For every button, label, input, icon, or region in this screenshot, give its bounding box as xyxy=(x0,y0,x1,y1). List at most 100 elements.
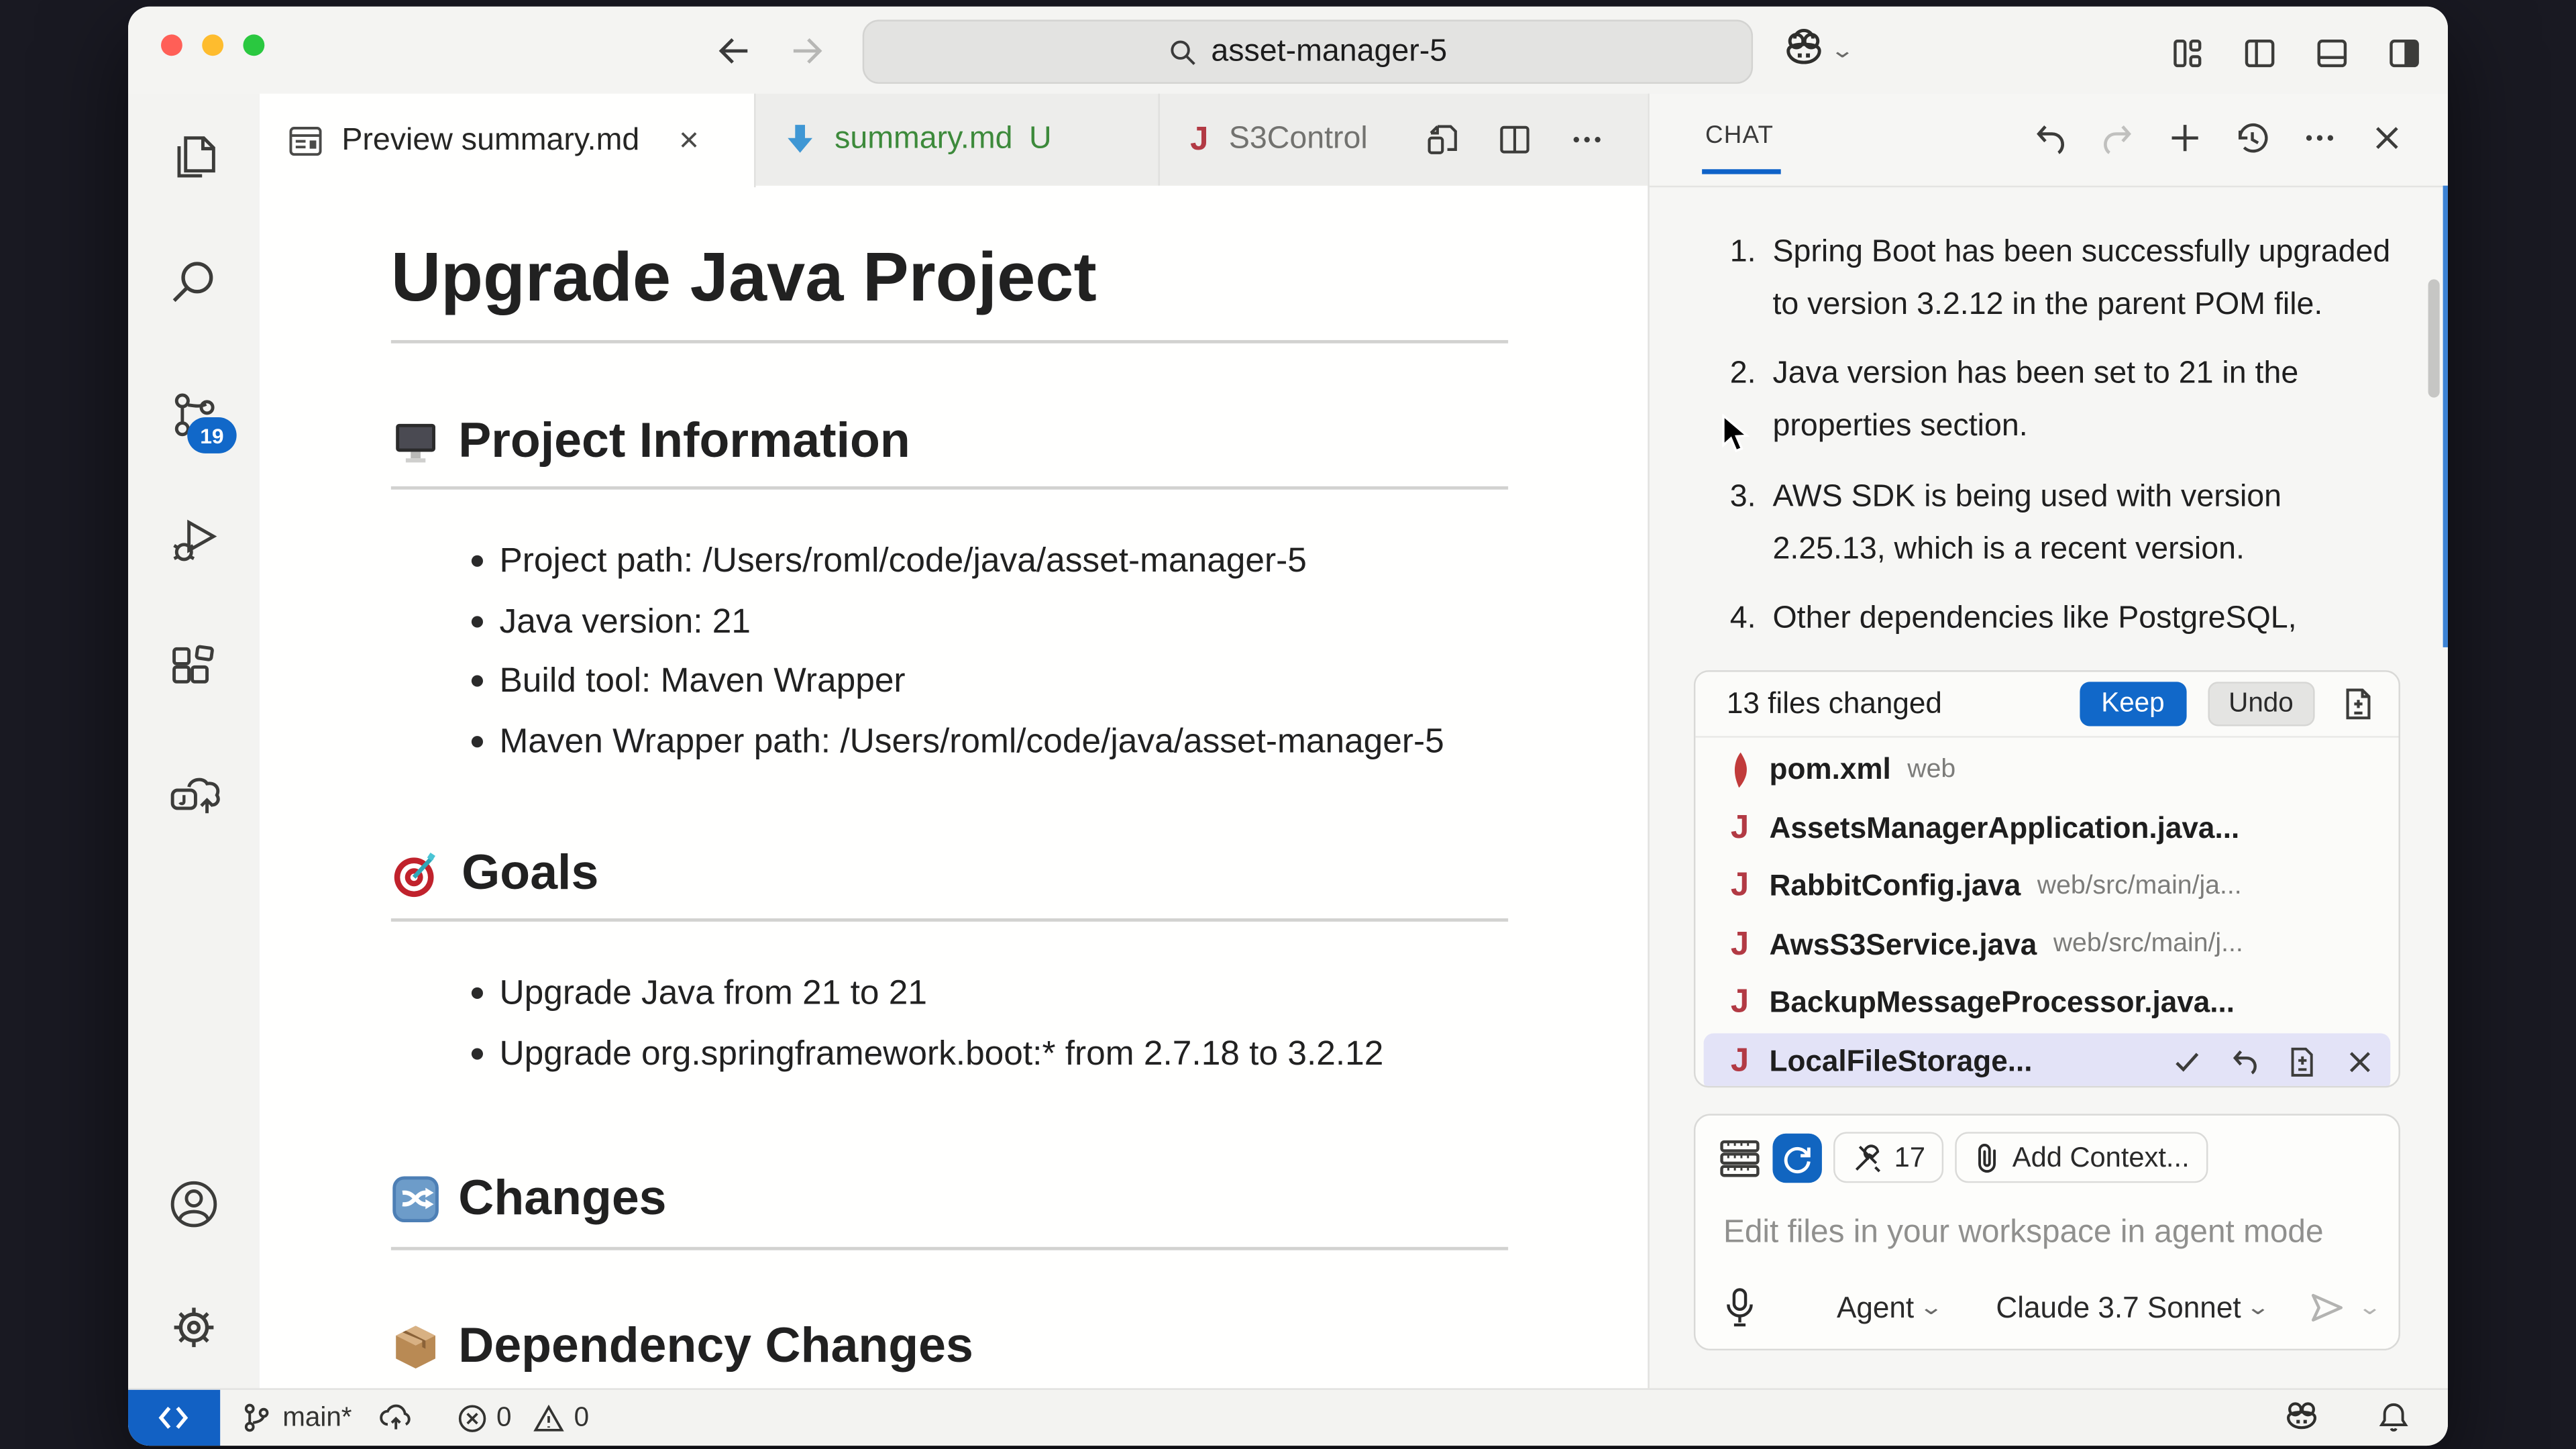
settings-gear-button[interactable] xyxy=(166,1299,221,1355)
notifications-bell-button[interactable] xyxy=(2372,1397,2415,1440)
close-panel-button[interactable] xyxy=(2366,117,2409,160)
microphone-button[interactable] xyxy=(1719,1287,1762,1330)
toggle-panel-button[interactable] xyxy=(2310,32,2353,74)
todo-list-button[interactable] xyxy=(1719,1136,1762,1179)
markdown-preview-icon xyxy=(286,121,325,160)
section-heading-project-information: Project Information xyxy=(391,413,1508,472)
tab-label: S3Control xyxy=(1229,121,1368,158)
back-button[interactable] xyxy=(713,30,756,72)
section-heading-changes: Changes xyxy=(391,1170,1508,1229)
open-changes-button[interactable] xyxy=(1421,118,1464,161)
changed-file-row[interactable]: J AssetsManagerApplication.java... xyxy=(1704,799,2391,857)
divider xyxy=(391,486,1508,490)
sidebar-item-source-control[interactable]: 19 xyxy=(166,388,221,443)
changed-file-row[interactable]: pom.xml web xyxy=(1704,741,2391,799)
maximize-window-button[interactable] xyxy=(243,34,264,56)
keep-file-icon[interactable] xyxy=(2170,1044,2204,1079)
sidebar-item-java-deploy[interactable] xyxy=(166,767,221,823)
list-item: Build tool: Maven Wrapper xyxy=(499,653,1508,712)
add-context-button[interactable]: Add Context... xyxy=(1955,1132,2207,1183)
chat-history-button[interactable] xyxy=(2231,117,2274,160)
java-file-icon: J xyxy=(1727,985,1753,1022)
section-heading-goals: Goals xyxy=(391,845,1508,904)
list-item: Upgrade Java from 21 to 21 xyxy=(499,965,1508,1024)
remove-file-icon[interactable] xyxy=(2343,1044,2377,1079)
error-icon xyxy=(457,1402,488,1434)
split-editor-button[interactable] xyxy=(1493,118,1536,161)
desktop-computer-icon xyxy=(391,418,440,467)
markdown-preview[interactable]: Upgrade Java Project Project Information… xyxy=(260,186,1648,1390)
sidebar-item-explorer[interactable] xyxy=(166,129,221,185)
mode-picker[interactable]: Agent⌄ xyxy=(1837,1291,1940,1325)
tab-preview-summary[interactable]: Preview summary.md × xyxy=(260,94,756,188)
chat-message-list[interactable]: 1.Spring Boot has been successfully upgr… xyxy=(1650,186,2448,653)
divider xyxy=(391,341,1508,344)
chat-list-item: 3.AWS SDK is being used with version 2.2… xyxy=(1730,471,2349,575)
changed-file-row[interactable]: J BackupMessageProcessor.java... xyxy=(1704,974,2391,1032)
search-value: asset-manager-5 xyxy=(1211,34,1447,70)
list-item: Maven Wrapper path: /Users/roml/code/jav… xyxy=(499,712,1508,772)
more-actions-button[interactable] xyxy=(1566,118,1609,161)
redo-edit-button[interactable] xyxy=(2096,117,2139,160)
panel-resize-sash[interactable] xyxy=(2443,186,2448,647)
shuffle-icon xyxy=(391,1175,440,1224)
chat-list-item: 2.Java version has been set to 21 in the… xyxy=(1730,349,2349,453)
tools-button[interactable]: 17 xyxy=(1833,1132,1943,1183)
sidebar-item-search[interactable] xyxy=(166,256,221,312)
close-window-button[interactable] xyxy=(161,34,182,56)
open-diff-icon[interactable] xyxy=(2286,1044,2320,1079)
error-count: 0 xyxy=(496,1402,512,1434)
minimize-window-button[interactable] xyxy=(202,34,223,56)
copilot-menu[interactable]: ⌄ xyxy=(1781,28,1851,74)
toggle-primary-sidebar-button[interactable] xyxy=(2238,32,2281,74)
send-button[interactable] xyxy=(2305,1287,2348,1330)
keep-button[interactable]: Keep xyxy=(2080,682,2186,726)
problems-indicator[interactable]: 0 0 xyxy=(457,1402,589,1434)
undo-file-icon[interactable] xyxy=(2228,1044,2262,1079)
toggle-secondary-sidebar-button[interactable] xyxy=(2382,32,2425,74)
view-all-edits-button[interactable] xyxy=(2336,683,2379,726)
scrollbar[interactable] xyxy=(2428,279,2440,397)
java-file-icon: J xyxy=(1727,926,1753,964)
close-tab-icon[interactable]: × xyxy=(679,121,699,160)
command-center-search[interactable]: asset-manager-5 xyxy=(863,19,1753,84)
more-actions-button[interactable] xyxy=(2298,117,2341,160)
changed-file-row[interactable]: J AwsS3Service.java web/src/main/j... xyxy=(1704,916,2391,974)
chat-list-item: 4.Other dependencies like PostgreSQL, Lo… xyxy=(1730,594,2349,653)
chat-input-placeholder[interactable]: Edit files in your workspace in agent mo… xyxy=(1723,1214,2324,1252)
undo-button[interactable]: Undo xyxy=(2207,682,2314,726)
git-branch-icon xyxy=(240,1401,273,1434)
customize-layout-button[interactable] xyxy=(2165,32,2208,74)
package-icon xyxy=(391,1323,440,1372)
tab-chat[interactable]: CHAT xyxy=(1705,121,1774,150)
java-file-icon: J xyxy=(1186,121,1212,158)
branch-indicator[interactable]: main* xyxy=(240,1401,352,1434)
activity-bar: 19 xyxy=(128,94,261,1390)
chat-input-panel[interactable]: 17 Add Context... Edit files in your wor… xyxy=(1694,1114,2400,1350)
section-heading-dependency-changes: Dependency Changes xyxy=(391,1318,1508,1377)
paperclip-icon xyxy=(1973,1141,2002,1174)
markdown-file-icon xyxy=(782,121,818,158)
tab-s3control[interactable]: J S3Control xyxy=(1160,94,1419,186)
doc-title: Upgrade Java Project xyxy=(391,235,1508,319)
divider xyxy=(391,1247,1508,1250)
account-button[interactable] xyxy=(166,1176,221,1232)
forward-button[interactable] xyxy=(786,30,828,72)
changed-file-row[interactable]: J RabbitConfig.java web/src/main/ja... xyxy=(1704,857,2391,916)
publish-changes-button[interactable] xyxy=(375,1397,418,1440)
status-bar: main* 0 0 xyxy=(128,1388,2448,1446)
tab-summary-md[interactable]: summary.md U xyxy=(756,94,1160,186)
undo-edit-button[interactable] xyxy=(2029,117,2072,160)
copilot-status-button[interactable] xyxy=(2280,1397,2323,1440)
tools-count: 17 xyxy=(1894,1141,1925,1174)
sidebar-item-extensions[interactable] xyxy=(166,643,221,698)
list-item: Upgrade org.springframework.boot:* from … xyxy=(499,1025,1508,1085)
new-chat-button[interactable] xyxy=(2163,117,2206,160)
send-options-chevron[interactable]: ⌄ xyxy=(2357,1295,2382,1321)
changed-file-row-selected[interactable]: J LocalFileStorage... xyxy=(1704,1032,2391,1087)
model-picker[interactable]: Claude 3.7 Sonnet⌄ xyxy=(1996,1291,2267,1325)
divider xyxy=(391,919,1508,922)
remote-indicator[interactable] xyxy=(128,1390,220,1446)
sidebar-item-run-debug[interactable] xyxy=(166,513,221,568)
auto-approve-toggle[interactable] xyxy=(1772,1133,1821,1182)
